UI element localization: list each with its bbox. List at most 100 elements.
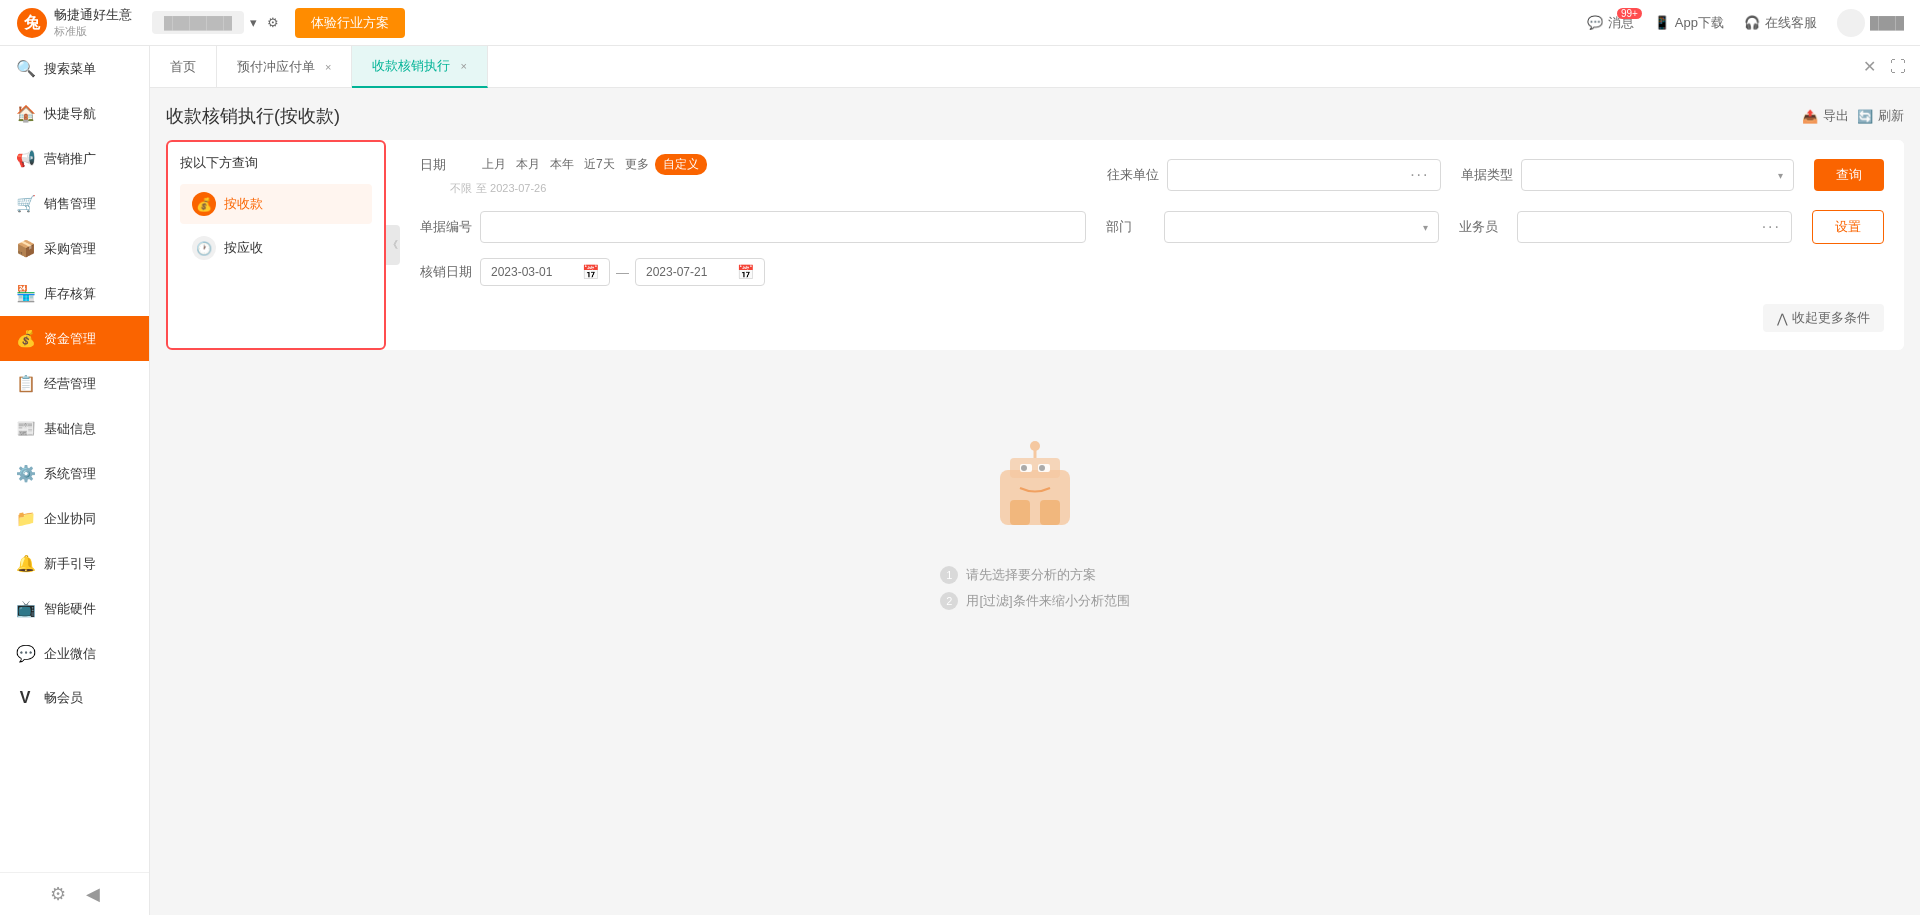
sidebar-item-wechat[interactable]: 💬 企业微信 [0,631,149,676]
hardware-icon: 📺 [16,599,34,618]
date-range-separator: — [616,265,629,280]
doc-type-arrow-icon: ▾ [1778,170,1783,181]
export-button[interactable]: 📤 导出 [1802,107,1849,125]
sidebar-item-collab[interactable]: 📁 企业协同 [0,496,149,541]
basics-icon: 📰 [16,419,34,438]
filter-option-by-receipt[interactable]: 💰 按收款 [180,184,372,224]
message-item[interactable]: 💬 消息 99+ [1587,14,1634,32]
top-bar: 兔 畅捷通好生意 标准版 ████████ ▾ ⚙ 体验行业方案 💬 消息 99… [0,0,1920,46]
tip-num-1: 1 [940,566,958,584]
date-unlimit-label: 不限 [450,181,472,196]
staff-select[interactable]: ··· [1517,211,1792,243]
collapse-icon[interactable]: ◀ [86,883,100,905]
main-layout: 🔍 搜索菜单 🏠 快捷导航 📢 营销推广 🛒 销售管理 📦 采购管理 🏪 库存核… [0,46,1920,915]
shortcut-last-month[interactable]: 上月 [478,154,510,175]
svg-rect-7 [1040,500,1060,525]
refresh-button[interactable]: 🔄 刷新 [1857,107,1904,125]
bottom-settings-icon[interactable]: ⚙ [50,883,66,905]
page-header-actions: 📤 导出 🔄 刷新 [1802,107,1904,125]
close-tab-icon[interactable]: ✕ [1859,53,1880,80]
filter-container: 按以下方查询 💰 按收款 🕐 按应收 《 [166,140,1904,350]
sidebar-item-sales[interactable]: 🛒 销售管理 [0,181,149,226]
doc-type-select[interactable]: ▾ [1521,159,1795,191]
verify-date-range: 2023-03-01 📅 — 2023-07-21 📅 [480,258,765,286]
message-icon: 💬 [1587,15,1603,30]
collapse-panel-btn[interactable]: 《 [386,225,400,265]
partner-select[interactable]: ··· [1167,159,1441,191]
shortcut-more[interactable]: 更多 [621,154,653,175]
tip-num-2: 2 [940,592,958,610]
shortcut-custom[interactable]: 自定义 [655,154,707,175]
empty-tip-2: 2 用[过滤]条件来缩小分析范围 [940,592,1129,610]
doc-num-label: 单据编号 [420,218,472,236]
settings-button[interactable]: 设置 [1812,210,1884,244]
sidebar-item-basics[interactable]: 📰 基础信息 [0,406,149,451]
staff-label: 业务员 [1459,218,1509,236]
shortcut-this-year[interactable]: 本年 [546,154,578,175]
tab-home[interactable]: 首页 [150,46,217,88]
sidebar-item-marketing[interactable]: 📢 营销推广 [0,136,149,181]
system-icon: ⚙️ [16,464,34,483]
user-item[interactable]: ████ [1837,9,1904,37]
online-service-item[interactable]: 🎧 在线客服 [1744,14,1817,32]
sidebar-item-system[interactable]: ⚙️ 系统管理 [0,451,149,496]
export-icon: 📤 [1802,109,1818,124]
svg-rect-3 [1010,458,1060,478]
search-icon: 🔍 [16,59,34,78]
operation-icon: 📋 [16,374,34,393]
member-icon: V [16,689,34,707]
shortcut-7days[interactable]: 近7天 [580,154,619,175]
app-download-item[interactable]: 📱 App下载 [1654,14,1724,32]
receivable-icon: 🕐 [192,236,216,260]
date-label: 日期 [420,156,470,174]
staff-field: 业务员 ··· [1459,211,1792,243]
svg-point-9 [1039,465,1045,471]
tab-prepay[interactable]: 预付冲应付单 × [217,46,352,88]
sidebar-item-hardware[interactable]: 📺 智能硬件 [0,586,149,631]
company-title: ████████ [152,11,244,34]
sidebar-item-member[interactable]: V 畅会员 [0,676,149,720]
sidebar-item-inventory[interactable]: 🏪 库存核算 [0,271,149,316]
verify-date-start-input[interactable]: 2023-03-01 📅 [480,258,610,286]
dropdown-arrow-icon[interactable]: ▾ [250,15,257,30]
doc-type-field: 单据类型 ▾ [1461,159,1795,191]
tab-close-verify[interactable]: × [460,60,466,72]
empty-tip-1: 1 请先选择要分析的方案 [940,566,1129,584]
doc-type-label: 单据类型 [1461,166,1513,184]
app-logo: 兔 畅捷通好生意 标准版 [16,6,132,39]
home-icon: 🏠 [16,104,34,123]
partner-field: 往来单位 ··· [1107,159,1441,191]
sidebar-item-operation[interactable]: 📋 经营管理 [0,361,149,406]
doc-num-input[interactable] [480,211,1086,243]
more-conditions-button[interactable]: ⋀ 收起更多条件 [1763,304,1884,332]
filter-option-by-receivable[interactable]: 🕐 按应收 [180,228,372,268]
query-button[interactable]: 查询 [1814,159,1884,191]
industry-button[interactable]: 体验行业方案 [295,8,405,38]
settings-icon[interactable]: ⚙ [267,15,279,30]
sidebar-item-guide[interactable]: 🔔 新手引导 [0,541,149,586]
dept-field: 部门 ▾ [1106,211,1439,243]
filter-row-3: 核销日期 2023-03-01 📅 — 2023-07-21 📅 [420,258,1884,286]
sidebar-item-finance[interactable]: 💰 资金管理 [0,316,149,361]
filter-left-panel: 按以下方查询 💰 按收款 🕐 按应收 [166,140,386,350]
tab-close-prepay[interactable]: × [325,61,331,73]
headset-icon: 🎧 [1744,15,1760,30]
shortcut-this-month[interactable]: 本月 [512,154,544,175]
guide-icon: 🔔 [16,554,34,573]
expand-tab-icon[interactable]: ⛶ [1886,54,1910,80]
sidebar-item-quicknav[interactable]: 🏠 快捷导航 [0,91,149,136]
tab-verify[interactable]: 收款核销执行 × [352,46,487,88]
top-bar-right: 💬 消息 99+ 📱 App下载 🎧 在线客服 ████ [1587,9,1904,37]
page-title: 收款核销执行(按收款) [166,104,340,128]
staff-dots-icon: ··· [1762,218,1781,236]
phone-icon: 📱 [1654,15,1670,30]
sidebar-item-search[interactable]: 🔍 搜索菜单 [0,46,149,91]
page-content: 收款核销执行(按收款) 📤 导出 🔄 刷新 按以下方查询 [150,88,1920,915]
dept-select[interactable]: ▾ [1164,211,1439,243]
sidebar-item-purchase[interactable]: 📦 采购管理 [0,226,149,271]
partner-label: 往来单位 [1107,166,1159,184]
calendar-end-icon: 📅 [737,264,754,280]
verify-date-field: 核销日期 2023-03-01 📅 — 2023-07-21 📅 [420,258,1082,286]
date-end-suffix: 至 2023-07-26 [476,181,546,196]
verify-date-end-input[interactable]: 2023-07-21 📅 [635,258,765,286]
